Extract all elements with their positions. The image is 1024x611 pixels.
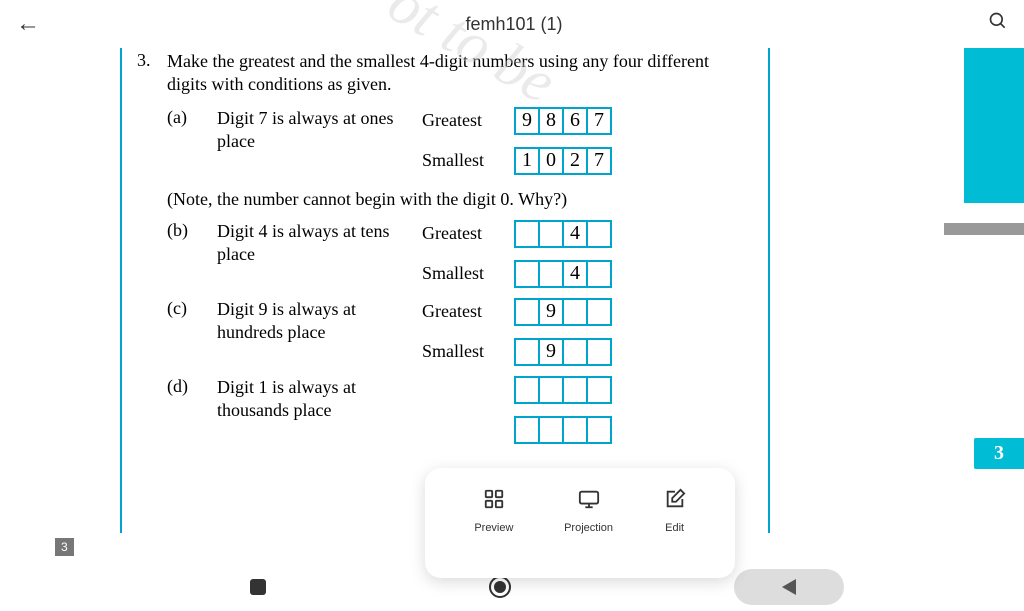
page-body: ot to be 3. Make the greatest and the sm… — [120, 48, 770, 533]
digit-cell — [562, 376, 588, 404]
greatest-boxes: 4 — [514, 220, 612, 248]
subpart-label: (a) — [167, 107, 217, 128]
subpart-label: (d) — [167, 376, 217, 397]
digit-cell — [538, 376, 564, 404]
greatest-label: Greatest — [422, 301, 514, 322]
digit-cell: 2 — [562, 147, 588, 175]
greatest-label: Greatest — [422, 110, 514, 131]
question-row: 3. Make the greatest and the smallest 4-… — [137, 50, 744, 97]
edit-icon — [664, 488, 686, 516]
digit-cell: 6 — [562, 107, 588, 135]
nav-back-button[interactable] — [734, 569, 844, 605]
digit-cell — [514, 260, 540, 288]
subpart-desc: Digit 7 is always at ones place — [217, 107, 422, 154]
subpart-b: (b) Digit 4 is always at tens place Grea… — [137, 220, 744, 288]
digit-cell: 4 — [562, 260, 588, 288]
digit-cell: 9 — [538, 298, 564, 326]
digit-cell — [562, 338, 588, 366]
question-prompt: Make the greatest and the smallest 4-dig… — [167, 50, 744, 97]
subpart-a: (a) Digit 7 is always at ones place Grea… — [137, 107, 744, 175]
decorative-gray-bar — [944, 223, 1024, 235]
digit-cell: 4 — [562, 220, 588, 248]
greatest-label: Greatest — [422, 223, 514, 244]
right-strip: 3 — [944, 48, 1024, 533]
document-title: femh101 (1) — [40, 14, 988, 35]
digit-cell — [514, 220, 540, 248]
page-number-tab: 3 — [974, 438, 1024, 469]
preview-button[interactable]: Preview — [474, 488, 513, 578]
smallest-label: Smallest — [422, 150, 514, 171]
back-arrow-icon[interactable]: ← — [16, 11, 40, 38]
subpart-desc: Digit 9 is always at hundreds place — [217, 298, 422, 345]
search-icon[interactable] — [988, 11, 1008, 37]
digit-cell — [586, 220, 612, 248]
digit-cell — [514, 416, 540, 444]
smallest-label: Smallest — [422, 341, 514, 362]
projection-label: Projection — [564, 522, 613, 534]
digit-cell: 7 — [586, 107, 612, 135]
smallest-boxes — [514, 416, 612, 444]
nav-recent-icon[interactable] — [250, 579, 266, 595]
digit-cell — [514, 376, 540, 404]
grid-icon — [483, 488, 505, 516]
digit-cell: 0 — [538, 147, 564, 175]
question-note: (Note, the number cannot begin with the … — [137, 189, 744, 210]
subpart-d: (d) Digit 1 is always at thousands place — [137, 376, 744, 444]
subpart-desc: Digit 1 is always at thousands place — [217, 376, 422, 423]
digit-cell: 8 — [538, 107, 564, 135]
digit-cell — [514, 298, 540, 326]
digit-cell: 1 — [514, 147, 540, 175]
question-number: 3. — [137, 50, 167, 97]
greatest-boxes: 9 8 6 7 — [514, 107, 612, 135]
subpart-label: (b) — [167, 220, 217, 241]
greatest-boxes — [514, 376, 612, 404]
smallest-boxes: 4 — [514, 260, 612, 288]
nav-home-icon[interactable] — [489, 576, 511, 598]
digit-cell — [562, 416, 588, 444]
projection-button[interactable]: Projection — [564, 488, 613, 578]
subpart-c: (c) Digit 9 is always at hundreds place … — [137, 298, 744, 366]
digit-cell — [586, 376, 612, 404]
digit-cell — [538, 416, 564, 444]
decorative-cyan-bar — [964, 48, 1024, 203]
content-area: ot to be 3. Make the greatest and the sm… — [0, 48, 1024, 533]
digit-cell — [586, 298, 612, 326]
digit-cell: 7 — [586, 147, 612, 175]
digit-cell — [562, 298, 588, 326]
triangle-left-icon — [782, 579, 796, 595]
page-indicator: 3 — [55, 538, 74, 556]
subpart-label: (c) — [167, 298, 217, 319]
greatest-boxes: 9 — [514, 298, 612, 326]
digit-cell: 9 — [514, 107, 540, 135]
digit-cell: 9 — [538, 338, 564, 366]
smallest-label: Smallest — [422, 263, 514, 284]
digit-cell — [586, 416, 612, 444]
smallest-boxes: 9 — [514, 338, 612, 366]
digit-cell — [514, 338, 540, 366]
edit-label: Edit — [665, 522, 684, 534]
digit-cell — [586, 260, 612, 288]
tool-popup: Preview Projection Edit — [425, 468, 735, 578]
top-bar: ← femh101 (1) — [0, 0, 1024, 48]
monitor-icon — [578, 488, 600, 516]
digit-cell — [538, 220, 564, 248]
digit-cell — [586, 338, 612, 366]
subpart-desc: Digit 4 is always at tens place — [217, 220, 422, 267]
smallest-boxes: 1 0 2 7 — [514, 147, 612, 175]
digit-cell — [538, 260, 564, 288]
edit-button[interactable]: Edit — [664, 488, 686, 578]
preview-label: Preview — [474, 522, 513, 534]
